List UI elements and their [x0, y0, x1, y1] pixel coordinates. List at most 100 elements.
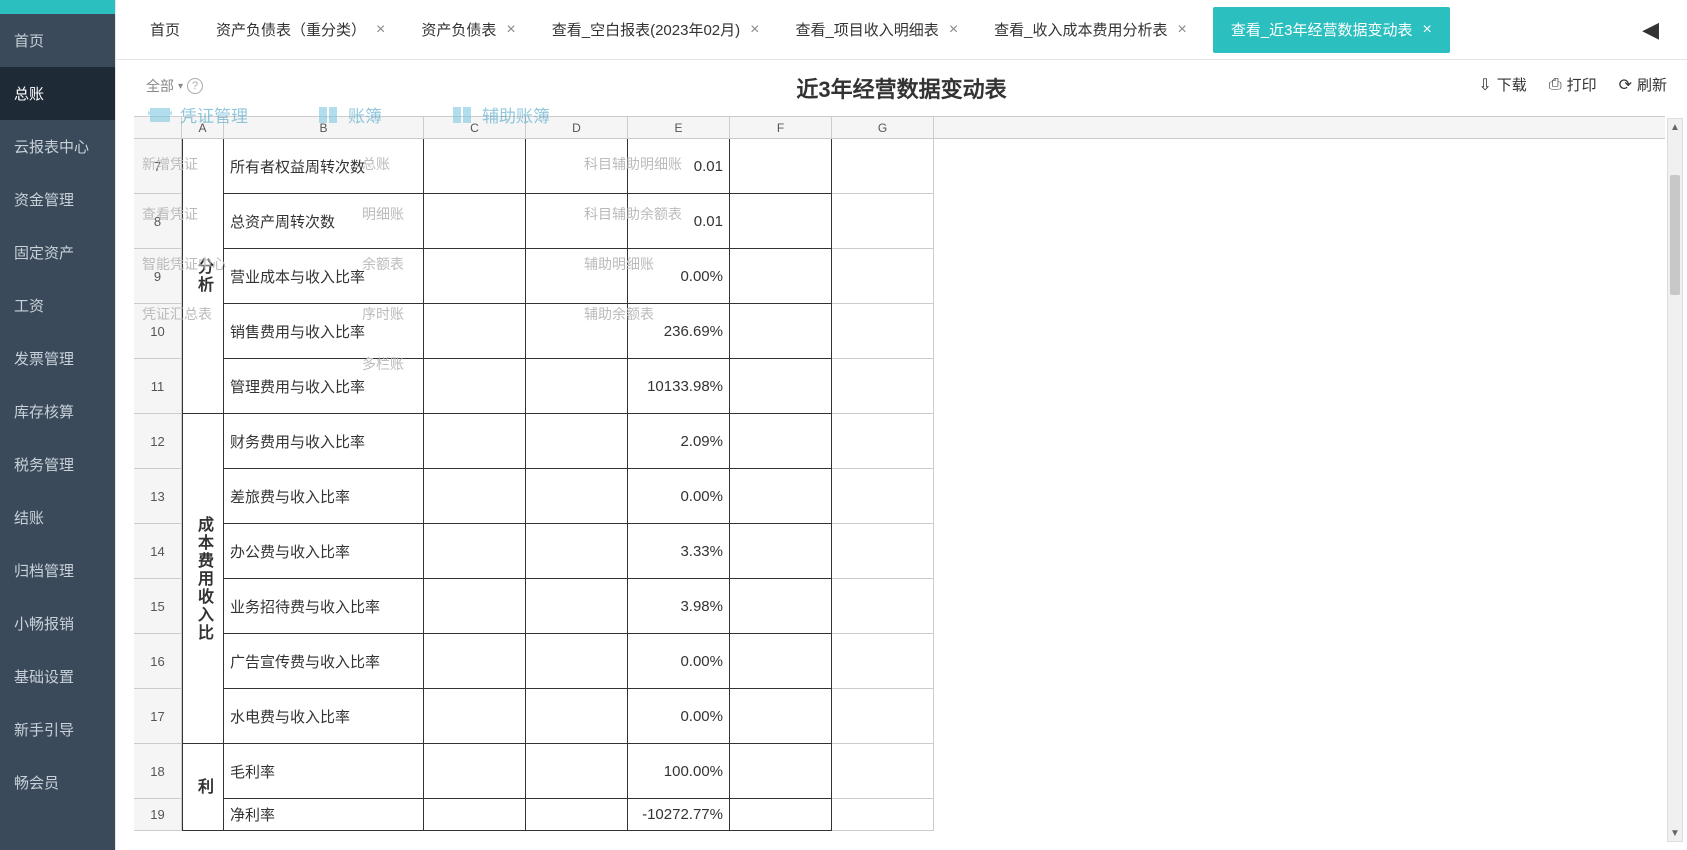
- cell[interactable]: [730, 634, 832, 689]
- cell[interactable]: [526, 689, 628, 744]
- ghost-tab-aux[interactable]: 辅助账簿: [438, 96, 562, 133]
- sidebar-item-funds[interactable]: 资金管理: [0, 173, 115, 226]
- ghost-menu-item[interactable]: 辅助明细账: [584, 254, 682, 274]
- value-cell[interactable]: 3.33%: [628, 524, 730, 579]
- metric-name-cell[interactable]: 办公费与收入比率: [224, 524, 424, 579]
- sidebar-item-closing[interactable]: 结账: [0, 491, 115, 544]
- sidebar-item-member[interactable]: 畅会员: [0, 756, 115, 809]
- ghost-menu-item[interactable]: 科目辅助余额表: [584, 204, 682, 224]
- cell[interactable]: [730, 304, 832, 359]
- row-header[interactable]: 19: [134, 799, 182, 831]
- cell[interactable]: [424, 469, 526, 524]
- cell[interactable]: [832, 139, 934, 194]
- cell[interactable]: [832, 799, 934, 831]
- metric-name-cell[interactable]: 毛利率: [224, 744, 424, 799]
- cell[interactable]: [526, 524, 628, 579]
- cell[interactable]: [832, 469, 934, 524]
- ghost-menu-item[interactable]: 序时账: [362, 304, 404, 324]
- ghost-menu-item[interactable]: 多栏账: [362, 354, 404, 374]
- tab-balance-sheet[interactable]: 资产负债表×: [405, 0, 531, 60]
- cell[interactable]: [730, 799, 832, 831]
- tab-view-analysis[interactable]: 查看_收入成本费用分析表×: [978, 0, 1203, 60]
- close-icon[interactable]: ×: [376, 21, 385, 39]
- tab-balance-reclass[interactable]: 资产负债表（重分类）×: [200, 0, 401, 60]
- cell[interactable]: [424, 744, 526, 799]
- ghost-menu-item[interactable]: 查看凭证: [142, 204, 226, 224]
- row-header[interactable]: 18: [134, 744, 182, 799]
- close-icon[interactable]: ×: [506, 21, 515, 39]
- metric-name-cell[interactable]: 广告宣传费与收入比率: [224, 634, 424, 689]
- cell[interactable]: [832, 524, 934, 579]
- row-header[interactable]: 11: [134, 359, 182, 414]
- cell[interactable]: [832, 194, 934, 249]
- tab-view-project-income[interactable]: 查看_项目收入明细表×: [779, 0, 974, 60]
- cell[interactable]: [730, 469, 832, 524]
- value-cell[interactable]: 10133.98%: [628, 359, 730, 414]
- cell[interactable]: [424, 194, 526, 249]
- sidebar-item-archive[interactable]: 归档管理: [0, 544, 115, 597]
- cell[interactable]: [526, 799, 628, 831]
- sidebar-item-tax[interactable]: 税务管理: [0, 438, 115, 491]
- ghost-menu-item[interactable]: 明细账: [362, 204, 404, 224]
- scroll-up-icon[interactable]: ▲: [1668, 119, 1682, 135]
- ghost-menu-item[interactable]: 辅助余额表: [584, 304, 682, 324]
- tab-scroll-left-icon[interactable]: ◀: [1632, 17, 1669, 43]
- cell[interactable]: [832, 304, 934, 359]
- metric-name-cell[interactable]: 净利率: [224, 799, 424, 831]
- cell[interactable]: [730, 194, 832, 249]
- cell[interactable]: [424, 304, 526, 359]
- close-icon[interactable]: ×: [750, 21, 759, 39]
- close-icon[interactable]: ×: [949, 21, 958, 39]
- cell[interactable]: [526, 414, 628, 469]
- print-button[interactable]: ⎙打印: [1549, 74, 1597, 95]
- cell[interactable]: [526, 359, 628, 414]
- value-cell[interactable]: 3.98%: [628, 579, 730, 634]
- sidebar-item-ledger[interactable]: 总账: [0, 67, 115, 120]
- vertical-scrollbar[interactable]: ▲ ▼: [1667, 118, 1683, 842]
- sidebar-item-fixed-assets[interactable]: 固定资产: [0, 226, 115, 279]
- cell[interactable]: [424, 359, 526, 414]
- cell[interactable]: [832, 579, 934, 634]
- tab-view-3year[interactable]: 查看_近3年经营数据变动表×: [1213, 7, 1450, 53]
- cell[interactable]: [424, 634, 526, 689]
- row-header[interactable]: 16: [134, 634, 182, 689]
- sidebar-item-inventory[interactable]: 库存核算: [0, 385, 115, 438]
- cell[interactable]: [526, 469, 628, 524]
- sidebar-item-expense[interactable]: 小畅报销: [0, 597, 115, 650]
- scroll-down-icon[interactable]: ▼: [1668, 825, 1682, 841]
- row-header[interactable]: 14: [134, 524, 182, 579]
- value-cell[interactable]: -10272.77%: [628, 799, 730, 831]
- cell[interactable]: [832, 689, 934, 744]
- colhead-E[interactable]: E: [628, 117, 730, 138]
- colhead-F[interactable]: F: [730, 117, 832, 138]
- cell[interactable]: [730, 359, 832, 414]
- cell[interactable]: [424, 249, 526, 304]
- sidebar-item-salary[interactable]: 工资: [0, 279, 115, 332]
- ghost-menu-item[interactable]: 凭证汇总表: [142, 304, 226, 324]
- cell[interactable]: [730, 689, 832, 744]
- row-header[interactable]: 13: [134, 469, 182, 524]
- value-cell[interactable]: 0.00%: [628, 689, 730, 744]
- row-header[interactable]: 12: [134, 414, 182, 469]
- tab-home[interactable]: 首页: [134, 0, 196, 60]
- cell[interactable]: [832, 744, 934, 799]
- close-icon[interactable]: ×: [1423, 21, 1432, 39]
- cell[interactable]: [526, 579, 628, 634]
- scroll-track[interactable]: [1668, 135, 1682, 825]
- ghost-tab-voucher[interactable]: 凭证管理: [136, 96, 260, 133]
- colhead-G[interactable]: G: [832, 117, 934, 138]
- cell[interactable]: [832, 249, 934, 304]
- metric-name-cell[interactable]: 差旅费与收入比率: [224, 469, 424, 524]
- sidebar-item-home[interactable]: 首页: [0, 14, 115, 67]
- cell[interactable]: [730, 249, 832, 304]
- cell[interactable]: [424, 139, 526, 194]
- cell[interactable]: [730, 579, 832, 634]
- scroll-thumb[interactable]: [1670, 175, 1680, 295]
- ghost-menu-item[interactable]: 总账: [362, 154, 404, 174]
- ghost-tab-ledger[interactable]: 账簿: [304, 96, 394, 133]
- close-icon[interactable]: ×: [1178, 21, 1187, 39]
- ghost-menu-item[interactable]: 余额表: [362, 254, 404, 274]
- cell[interactable]: [730, 139, 832, 194]
- cell[interactable]: [730, 414, 832, 469]
- value-cell[interactable]: 0.00%: [628, 469, 730, 524]
